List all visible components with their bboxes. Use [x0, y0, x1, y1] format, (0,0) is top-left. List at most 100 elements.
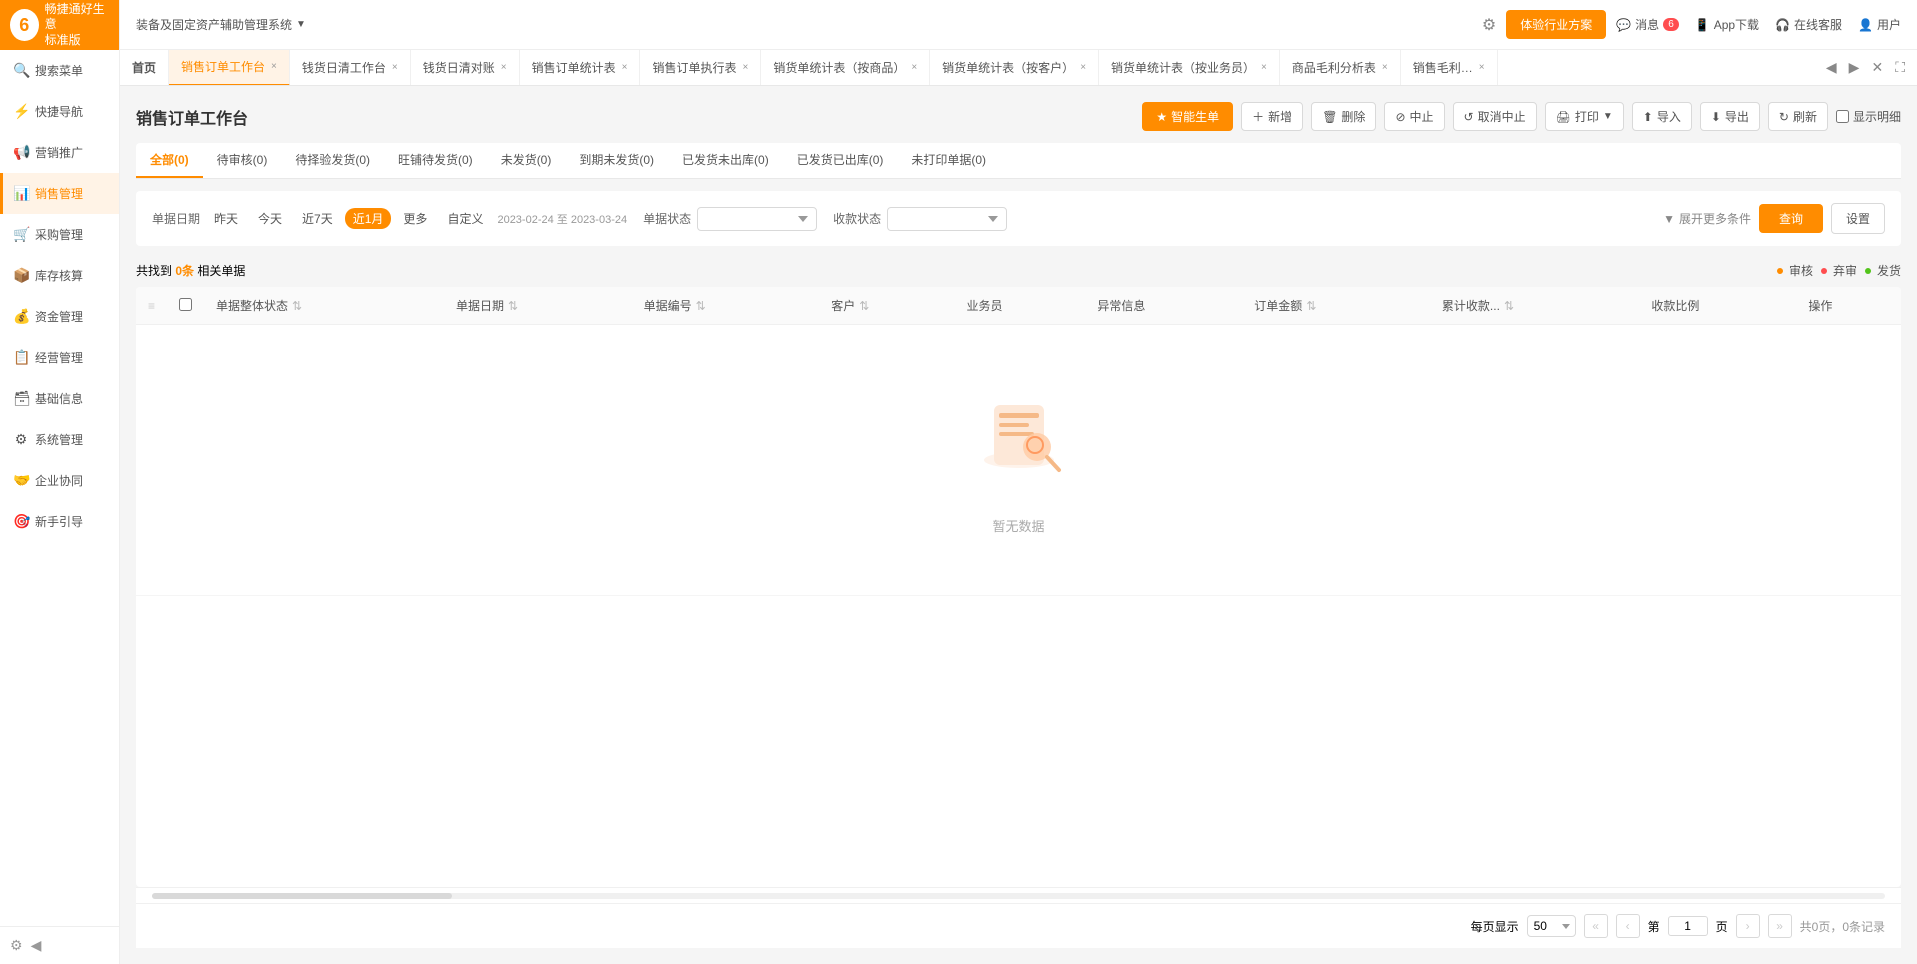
sidebar-item-11[interactable]: 🎯新手引导 — [0, 501, 119, 542]
industry-btn[interactable]: 体验行业方案 — [1506, 10, 1606, 39]
sidebar-item-6[interactable]: 💰资金管理 — [0, 296, 119, 337]
tab-close-7[interactable]: × — [1080, 62, 1086, 73]
tab-8[interactable]: 销货单统计表（按业务员）× — [1099, 50, 1280, 86]
cancel-stop-btn[interactable]: ↺ 取消中止 — [1453, 102, 1537, 131]
tab-5[interactable]: 销售订单执行表× — [640, 50, 761, 86]
user-btn[interactable]: 👤 用户 — [1858, 16, 1901, 33]
approve-action-btn[interactable]: 审核 — [1777, 262, 1813, 279]
settings-icon[interactable]: ⚙ — [10, 937, 23, 954]
date-btn-0[interactable]: 昨天 — [206, 208, 246, 229]
sidebar-item-4[interactable]: 🛒采购管理 — [0, 214, 119, 255]
sidebar-item-3[interactable]: 📊销售管理 — [0, 173, 119, 214]
sidebar-item-2[interactable]: 📢营销推广 — [0, 132, 119, 173]
tab-prev-btn[interactable]: ◀ — [1822, 57, 1841, 78]
date-btn-2[interactable]: 近7天 — [294, 208, 341, 229]
filter-tab-0[interactable]: 全部(0) — [136, 143, 203, 178]
main-area: 装备及固定资产辅助管理系统 ▼ ⚙ 体验行业方案 💬 消息 6 📱 App下载 … — [120, 0, 1917, 964]
filter-tab-2[interactable]: 待择验发货(0) — [281, 143, 384, 178]
online-service-btn[interactable]: 🎧 在线客服 — [1775, 16, 1842, 33]
tab-3[interactable]: 钱货日清对账× — [411, 50, 520, 86]
first-page-btn[interactable]: « — [1584, 914, 1608, 938]
filter-tab-6[interactable]: 已发货未出库(0) — [668, 143, 783, 178]
tab-close-6[interactable]: × — [911, 62, 917, 73]
show-detail-checkbox[interactable] — [1836, 110, 1849, 123]
date-btn-4[interactable]: 更多 — [395, 208, 435, 229]
date-btn-5[interactable]: 自定义 — [439, 208, 491, 229]
add-btn[interactable]: ＋ 新增 — [1241, 102, 1303, 131]
tab-close-8[interactable]: × — [1261, 62, 1267, 73]
prev-page-btn[interactable]: ‹ — [1616, 914, 1640, 938]
tab-0[interactable]: 首页 — [120, 50, 169, 86]
tab-fullscreen-btn[interactable]: ⛶ — [1891, 57, 1909, 78]
results-count-number: 0条 — [175, 264, 194, 278]
filter-tab-1[interactable]: 待审核(0) — [203, 143, 282, 178]
sidebar-item-5[interactable]: 📦库存核算 — [0, 255, 119, 296]
tab-close-all-btn[interactable]: ✕ — [1867, 57, 1887, 78]
message-btn[interactable]: 💬 消息 6 — [1616, 16, 1679, 33]
status-select[interactable] — [697, 207, 817, 231]
sidebar-item-7[interactable]: 📋经营管理 — [0, 337, 119, 378]
tab-9[interactable]: 商品毛利分析表× — [1280, 50, 1401, 86]
collapse-icon[interactable]: ◀ — [31, 937, 42, 954]
tab-close-3[interactable]: × — [501, 62, 507, 73]
tab-6[interactable]: 销货单统计表（按商品）× — [761, 50, 930, 86]
stop-btn[interactable]: ⊘ 中止 — [1384, 102, 1444, 131]
reset-btn[interactable]: 设置 — [1831, 203, 1885, 234]
export-btn[interactable]: ⬇ 导出 — [1700, 102, 1760, 131]
sidebar-item-9[interactable]: ⚙系统管理 — [0, 419, 119, 460]
delete-btn[interactable]: 🗑 删除 — [1311, 102, 1376, 131]
refresh-btn[interactable]: ↻ 刷新 — [1768, 102, 1828, 131]
tab-close-1[interactable]: × — [271, 61, 277, 72]
deliver-action-btn[interactable]: 发货 — [1865, 262, 1901, 279]
print-btn[interactable]: 🖨 打印 ▼ — [1545, 102, 1624, 131]
filter-tab-5[interactable]: 到期未发货(0) — [565, 143, 668, 178]
col-header-2[interactable]: 单据编号⇅ — [632, 287, 820, 325]
tab-close-10[interactable]: × — [1479, 62, 1485, 73]
date-btn-1[interactable]: 今天 — [250, 208, 290, 229]
last-page-btn[interactable]: » — [1768, 914, 1792, 938]
payment-select[interactable] — [887, 207, 1007, 231]
filter-tab-3[interactable]: 旺铺待发货(0) — [384, 143, 487, 178]
horizontal-scrollbar[interactable] — [136, 887, 1901, 903]
filter-tab-8[interactable]: 未打印单据(0) — [897, 143, 1000, 178]
tab-2[interactable]: 钱货日清工作台× — [290, 50, 411, 86]
sidebar-item-8[interactable]: 🗃基础信息 — [0, 378, 119, 419]
page-input[interactable] — [1668, 916, 1708, 936]
unapprove-action-btn[interactable]: 弃审 — [1821, 262, 1857, 279]
sidebar-item-0[interactable]: 🔍搜索菜单 — [0, 50, 119, 91]
col-header-3[interactable]: 客户⇅ — [819, 287, 954, 325]
smart-gen-btn[interactable]: ★ 智能生单 — [1142, 102, 1233, 131]
filter-tab-4[interactable]: 未发货(0) — [487, 143, 566, 178]
tab-next-btn[interactable]: ▶ — [1845, 57, 1864, 78]
sidebar-item-10[interactable]: 🤝企业协同 — [0, 460, 119, 501]
tab-label-1: 销售订单工作台 — [181, 58, 265, 75]
query-btn[interactable]: 查询 — [1759, 204, 1823, 233]
system-title[interactable]: 装备及固定资产辅助管理系统 ▼ — [136, 16, 1472, 33]
scrollbar-thumb[interactable] — [152, 893, 452, 899]
tab-4[interactable]: 销售订单统计表× — [520, 50, 641, 86]
col-header-7[interactable]: 累计收款...⇅ — [1430, 287, 1639, 325]
select-all-checkbox[interactable] — [179, 298, 192, 311]
filter-tab-7[interactable]: 已发货已出库(0) — [783, 143, 898, 178]
settings-btn[interactable]: ⚙ — [1482, 15, 1496, 35]
tab-close-4[interactable]: × — [622, 62, 628, 73]
sidebar-item-1[interactable]: ⚡快捷导航 — [0, 91, 119, 132]
date-btn-3[interactable]: 近1月 — [345, 208, 392, 229]
import-btn[interactable]: ⬆ 导入 — [1632, 102, 1692, 131]
page-title: 销售订单工作台 — [136, 105, 248, 129]
tab-close-2[interactable]: × — [392, 62, 398, 73]
col-header-1[interactable]: 单据日期⇅ — [444, 287, 632, 325]
page-size-select[interactable]: 102050100 — [1527, 915, 1576, 937]
filter-row: 单据日期 昨天今天近7天近1月更多自定义 2023-02-24 至 2023-0… — [152, 203, 1885, 234]
tab-1[interactable]: 销售订单工作台 × — [169, 50, 290, 86]
app-download-btn[interactable]: 📱 App下载 — [1695, 16, 1759, 33]
col-header-0[interactable]: 单据整体状态⇅ — [204, 287, 444, 325]
tab-close-9[interactable]: × — [1382, 62, 1388, 73]
show-detail-label[interactable]: 显示明细 — [1836, 108, 1901, 125]
col-header-6[interactable]: 订单金额⇅ — [1242, 287, 1430, 325]
next-page-btn[interactable]: › — [1736, 914, 1760, 938]
expand-conditions-btn[interactable]: ▼ 展开更多条件 — [1663, 210, 1751, 227]
tab-close-5[interactable]: × — [742, 62, 748, 73]
tab-10[interactable]: 销售毛利…× — [1401, 50, 1498, 86]
tab-7[interactable]: 销货单统计表（按客户）× — [930, 50, 1099, 86]
